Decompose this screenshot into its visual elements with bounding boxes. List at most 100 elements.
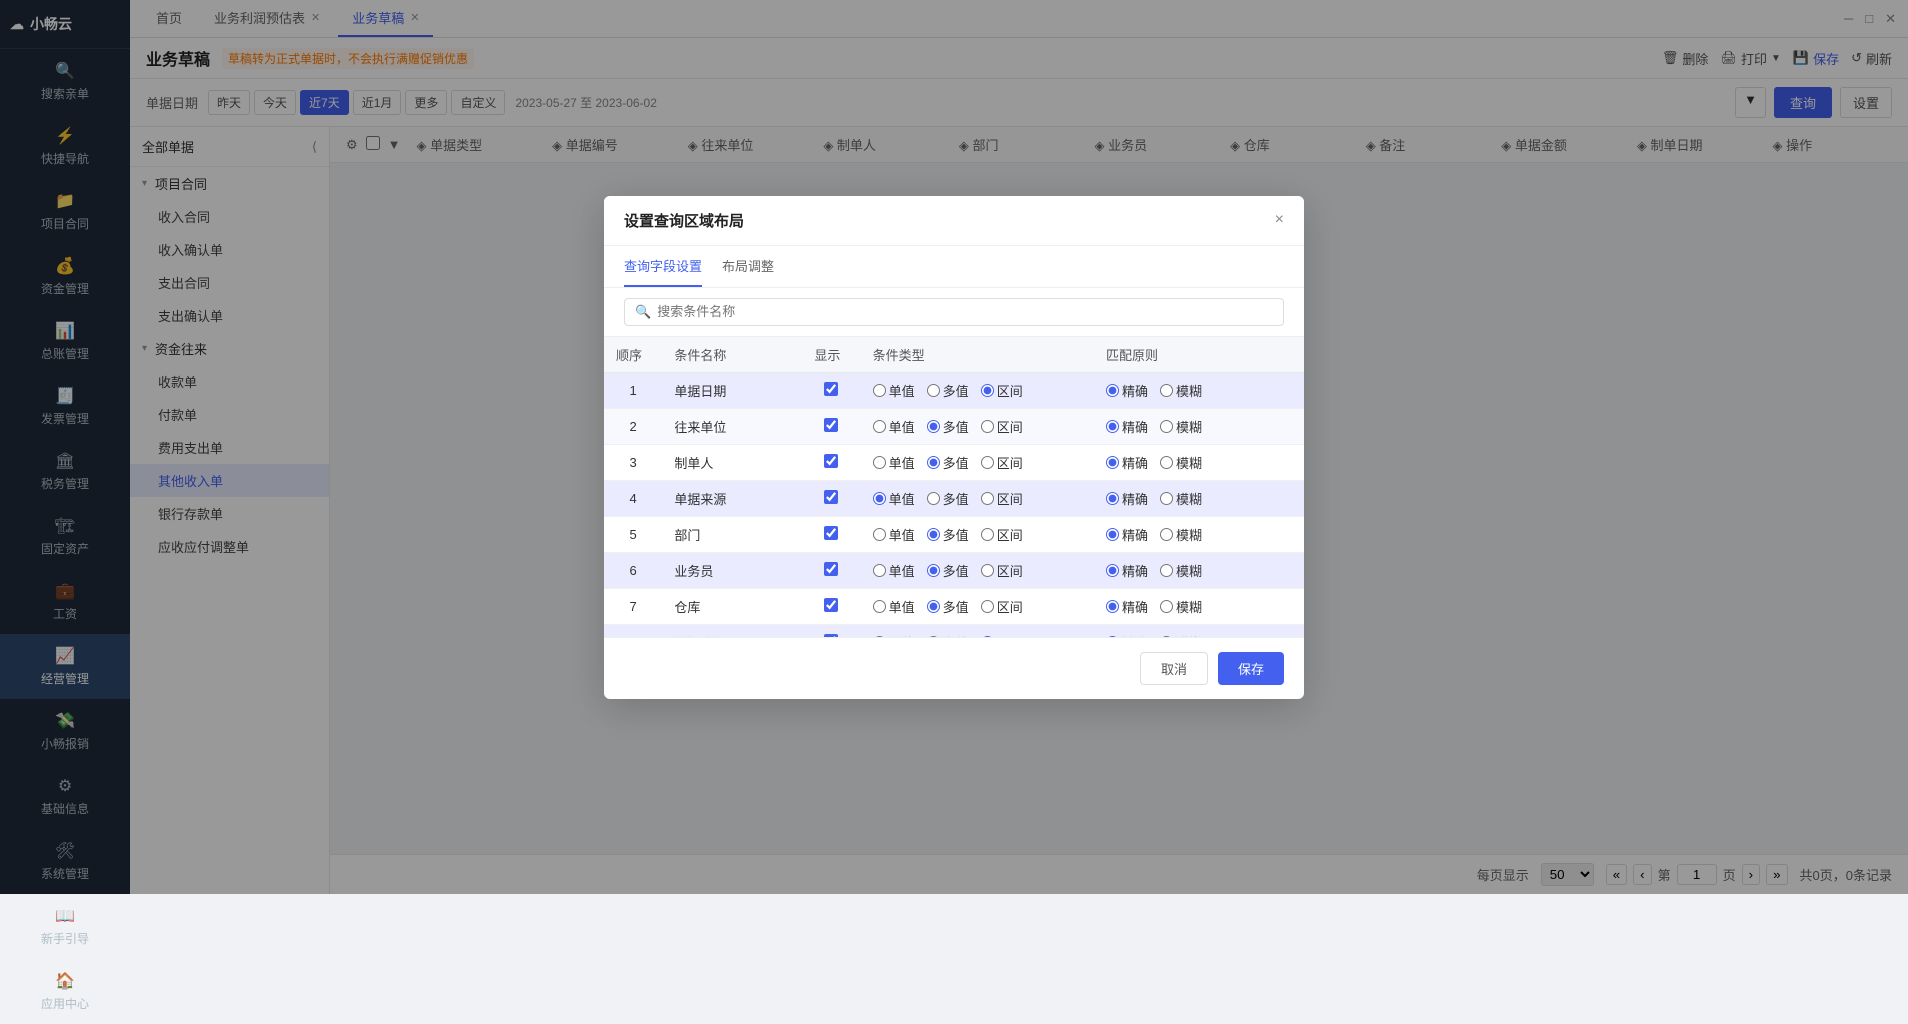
col-match: 匹配原则 <box>1094 337 1304 373</box>
show-checkbox-8[interactable] <box>824 634 838 637</box>
settings-dialog: 设置查询区域布局 × 查询字段设置布局调整 🔍 顺序 条件名称 显示 <box>604 196 1304 699</box>
row-show-5[interactable] <box>802 516 860 552</box>
type-range-1[interactable]: 区间 <box>981 381 1023 400</box>
show-checkbox-7[interactable] <box>824 598 838 612</box>
row-match-4[interactable]: 精确 模糊 <box>1094 480 1304 516</box>
dialog-tab-layout-adjust[interactable]: 布局调整 <box>722 246 774 287</box>
match-exact-5[interactable]: 精确 <box>1106 525 1148 544</box>
match-fuzzy-4[interactable]: 模糊 <box>1160 489 1202 508</box>
type-multi-8[interactable]: 多值 <box>927 633 969 637</box>
type-multi-6[interactable]: 多值 <box>927 561 969 580</box>
type-single-2[interactable]: 单值 <box>873 417 915 436</box>
row-match-5[interactable]: 精确 模糊 <box>1094 516 1304 552</box>
row-show-4[interactable] <box>802 480 860 516</box>
dialog-tab-field-settings[interactable]: 查询字段设置 <box>624 246 702 287</box>
type-multi-4[interactable]: 多值 <box>927 489 969 508</box>
row-match-1[interactable]: 精确 模糊 <box>1094 372 1304 408</box>
dialog-header: 设置查询区域布局 × <box>604 196 1304 246</box>
match-exact-4[interactable]: 精确 <box>1106 489 1148 508</box>
match-fuzzy-1[interactable]: 模糊 <box>1160 381 1202 400</box>
type-range-7[interactable]: 区间 <box>981 597 1023 616</box>
type-single-4[interactable]: 单值 <box>873 489 915 508</box>
table-row: 6业务员 单值 多值 区间 精确 模糊 <box>604 552 1304 588</box>
match-fuzzy-7[interactable]: 模糊 <box>1160 597 1202 616</box>
row-order-4: 4 <box>604 480 662 516</box>
match-fuzzy-5[interactable]: 模糊 <box>1160 525 1202 544</box>
row-match-2[interactable]: 精确 模糊 <box>1094 408 1304 444</box>
col-type: 条件类型 <box>861 337 1094 373</box>
match-exact-3[interactable]: 精确 <box>1106 453 1148 472</box>
match-exact-7[interactable]: 精确 <box>1106 597 1148 616</box>
type-range-8[interactable]: 区间 <box>981 633 1023 637</box>
match-exact-6[interactable]: 精确 <box>1106 561 1148 580</box>
row-show-2[interactable] <box>802 408 860 444</box>
dialog-table: 顺序 条件名称 显示 条件类型 匹配原则 1单据日期 单值 多值 区间 <box>604 337 1304 637</box>
row-name-4: 单据来源 <box>662 480 802 516</box>
type-single-8[interactable]: 单值 <box>873 633 915 637</box>
show-checkbox-4[interactable] <box>824 490 838 504</box>
row-show-3[interactable] <box>802 444 860 480</box>
type-single-1[interactable]: 单值 <box>873 381 915 400</box>
table-row: 7仓库 单值 多值 区间 精确 模糊 <box>604 588 1304 624</box>
row-type-2[interactable]: 单值 多值 区间 <box>861 408 1094 444</box>
row-type-1[interactable]: 单值 多值 区间 <box>861 372 1094 408</box>
type-multi-2[interactable]: 多值 <box>927 417 969 436</box>
type-single-7[interactable]: 单值 <box>873 597 915 616</box>
row-type-3[interactable]: 单值 多值 区间 <box>861 444 1094 480</box>
match-exact-8[interactable]: 精确 <box>1106 633 1148 637</box>
new-guide-icon: 📖 <box>55 906 75 926</box>
show-checkbox-2[interactable] <box>824 418 838 432</box>
show-checkbox-3[interactable] <box>824 454 838 468</box>
row-match-7[interactable]: 精确 模糊 <box>1094 588 1304 624</box>
match-fuzzy-8[interactable]: 模糊 <box>1160 633 1202 637</box>
match-fuzzy-2[interactable]: 模糊 <box>1160 417 1202 436</box>
cancel-button[interactable]: 取消 <box>1140 652 1208 685</box>
row-name-8: 单据金额 <box>662 624 802 637</box>
type-single-5[interactable]: 单值 <box>873 525 915 544</box>
match-exact-1[interactable]: 精确 <box>1106 381 1148 400</box>
type-multi-7[interactable]: 多值 <box>927 597 969 616</box>
sidebar-item-app-center[interactable]: 🏠应用中心 <box>0 959 130 1024</box>
row-type-6[interactable]: 单值 多值 区间 <box>861 552 1094 588</box>
match-fuzzy-6[interactable]: 模糊 <box>1160 561 1202 580</box>
sidebar-item-new-guide[interactable]: 📖新手引导 <box>0 894 130 959</box>
type-range-5[interactable]: 区间 <box>981 525 1023 544</box>
type-single-6[interactable]: 单值 <box>873 561 915 580</box>
type-range-6[interactable]: 区间 <box>981 561 1023 580</box>
type-multi-1[interactable]: 多值 <box>927 381 969 400</box>
table-row: 1单据日期 单值 多值 区间 精确 模糊 <box>604 372 1304 408</box>
row-type-5[interactable]: 单值 多值 区间 <box>861 516 1094 552</box>
type-single-3[interactable]: 单值 <box>873 453 915 472</box>
match-exact-2[interactable]: 精确 <box>1106 417 1148 436</box>
type-range-3[interactable]: 区间 <box>981 453 1023 472</box>
dialog-title: 设置查询区域布局 <box>624 210 744 231</box>
type-multi-3[interactable]: 多值 <box>927 453 969 472</box>
row-match-3[interactable]: 精确 模糊 <box>1094 444 1304 480</box>
show-checkbox-1[interactable] <box>824 382 838 396</box>
row-order-2: 2 <box>604 408 662 444</box>
row-type-7[interactable]: 单值 多值 区间 <box>861 588 1094 624</box>
type-multi-5[interactable]: 多值 <box>927 525 969 544</box>
save-dialog-button[interactable]: 保存 <box>1218 652 1284 685</box>
row-show-8[interactable] <box>802 624 860 637</box>
row-type-8[interactable]: 单值 多值 区间 <box>861 624 1094 637</box>
search-input[interactable] <box>657 304 1273 319</box>
row-match-6[interactable]: 精确 模糊 <box>1094 552 1304 588</box>
show-checkbox-5[interactable] <box>824 526 838 540</box>
dialog-overlay: 设置查询区域布局 × 查询字段设置布局调整 🔍 顺序 条件名称 显示 <box>0 0 1908 894</box>
dialog-close-button[interactable]: × <box>1275 211 1284 229</box>
row-name-6: 业务员 <box>662 552 802 588</box>
col-show: 显示 <box>802 337 860 373</box>
table-row: 5部门 单值 多值 区间 精确 模糊 <box>604 516 1304 552</box>
match-fuzzy-3[interactable]: 模糊 <box>1160 453 1202 472</box>
row-show-6[interactable] <box>802 552 860 588</box>
type-range-4[interactable]: 区间 <box>981 489 1023 508</box>
row-show-1[interactable] <box>802 372 860 408</box>
row-order-6: 6 <box>604 552 662 588</box>
row-match-8[interactable]: 精确 模糊 <box>1094 624 1304 637</box>
type-range-2[interactable]: 区间 <box>981 417 1023 436</box>
show-checkbox-6[interactable] <box>824 562 838 576</box>
row-show-7[interactable] <box>802 588 860 624</box>
row-type-4[interactable]: 单值 多值 区间 <box>861 480 1094 516</box>
table-row: 2往来单位 单值 多值 区间 精确 模糊 <box>604 408 1304 444</box>
